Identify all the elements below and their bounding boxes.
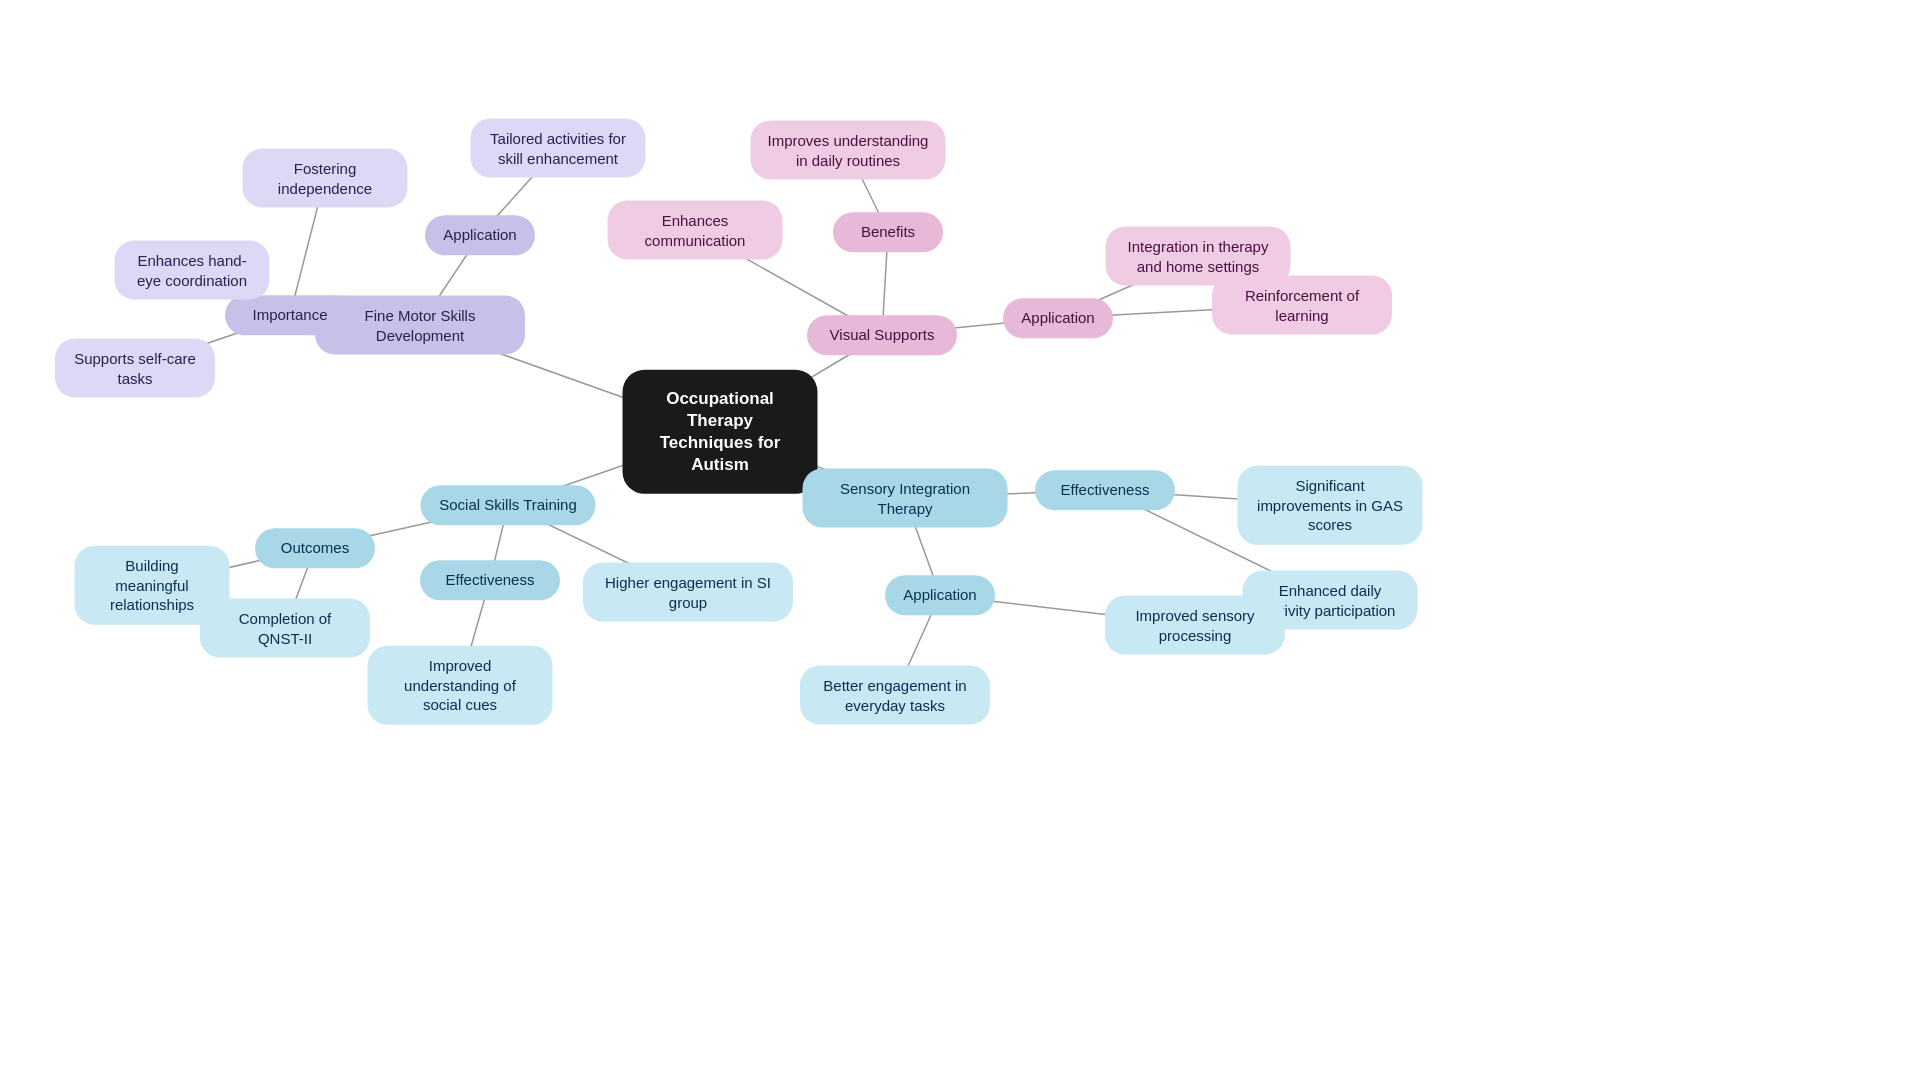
node-importance: Importance <box>225 295 355 335</box>
node-significant-gas: Significant improvements in GAS scores <box>1238 466 1423 545</box>
node-completion-qnst: Completion of QNST-II <box>200 599 370 658</box>
mind-map: Occupational Therapy Techniques for Auti… <box>0 0 1920 1083</box>
node-visual-supports: Visual Supports <box>807 315 957 355</box>
node-application-fms: Application <box>425 215 535 255</box>
node-effectiveness-sit: Effectiveness <box>1035 470 1175 510</box>
node-higher-engagement: Higher engagement in SI group <box>583 563 793 622</box>
node-benefits: Benefits <box>833 212 943 252</box>
node-application-vs: Application <box>1003 298 1113 338</box>
node-improved-sensory: Improved sensory processing <box>1105 596 1285 655</box>
node-enhances-hand-eye: Enhances hand-eye coordination <box>115 241 270 300</box>
node-social-skills: Social Skills Training <box>421 485 596 525</box>
node-improved-social-cues: Improved understanding of social cues <box>368 646 553 725</box>
node-fostering-independence: Fostering independence <box>243 149 408 208</box>
node-supports-self-care: Supports self-care tasks <box>55 339 215 398</box>
node-sensory-integration: Sensory Integration Therapy <box>803 469 1008 528</box>
node-reinforcement-learning: Reinforcement of learning <box>1212 276 1392 335</box>
node-effectiveness-ss: Effectiveness <box>420 560 560 600</box>
node-better-engagement: Better engagement in everyday tasks <box>800 666 990 725</box>
node-improves-understanding: Improves understanding in daily routines <box>751 121 946 180</box>
node-outcomes: Outcomes <box>255 528 375 568</box>
node-center: Occupational Therapy Techniques for Auti… <box>623 370 818 494</box>
node-enhances-communication: Enhances communication <box>608 201 783 260</box>
node-application-sit: Application <box>885 575 995 615</box>
node-tailored-activities: Tailored activities for skill enhancemen… <box>471 119 646 178</box>
